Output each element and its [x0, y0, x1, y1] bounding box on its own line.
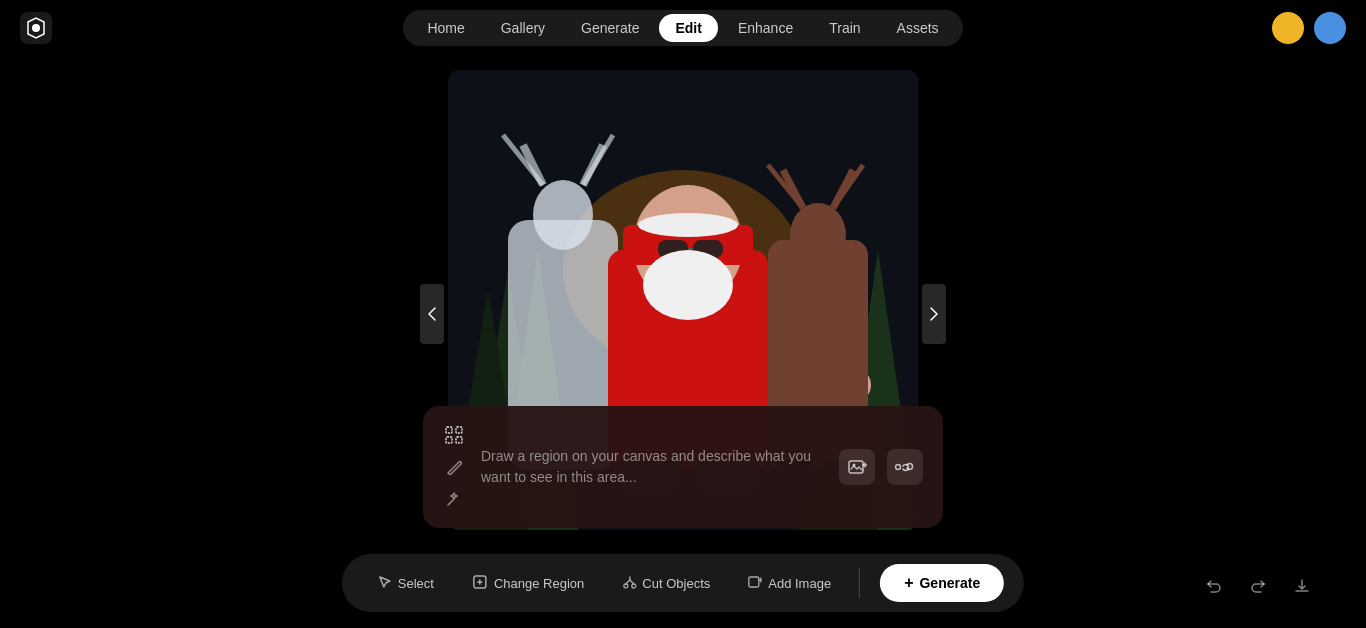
- nav-item-assets[interactable]: Assets: [881, 14, 955, 42]
- toolbar-separator: [859, 568, 860, 598]
- svg-point-1: [32, 24, 40, 32]
- nav-item-enhance[interactable]: Enhance: [722, 14, 809, 42]
- change-region-icon: [472, 574, 488, 593]
- prompt-panel: Draw a region on your canvas and describ…: [423, 406, 943, 528]
- download-button[interactable]: [1288, 572, 1316, 600]
- nav-item-home[interactable]: Home: [411, 14, 480, 42]
- pen-icon[interactable]: [443, 456, 465, 478]
- undo-button[interactable]: [1200, 572, 1228, 600]
- bottom-toolbar: Select Change Region Cut Objects: [342, 554, 1024, 612]
- svg-rect-3: [456, 427, 462, 433]
- image-add-icon[interactable]: [839, 449, 875, 485]
- svg-rect-6: [849, 461, 863, 473]
- cut-objects-tool[interactable]: Cut Objects: [606, 567, 726, 600]
- nav-item-train[interactable]: Train: [813, 14, 876, 42]
- change-region-label: Change Region: [494, 576, 584, 591]
- prompt-actions: [839, 449, 923, 485]
- nav-links: Home Gallery Generate Edit Enhance Train…: [403, 10, 962, 46]
- select-label: Select: [398, 576, 434, 591]
- generate-button[interactable]: + Generate: [880, 564, 1004, 602]
- generate-label: Generate: [919, 575, 980, 591]
- selection-icon[interactable]: [443, 424, 465, 446]
- add-image-label: Add Image: [768, 576, 831, 591]
- svg-rect-12: [749, 577, 759, 587]
- add-image-tool[interactable]: Add Image: [732, 567, 847, 600]
- add-image-icon: [748, 575, 762, 592]
- select-icon: [378, 575, 392, 592]
- generate-plus-icon: +: [904, 574, 913, 592]
- link-icon[interactable]: [887, 449, 923, 485]
- cut-icon: [622, 575, 636, 592]
- canvas-arrow-right[interactable]: [922, 284, 946, 344]
- top-navigation: Home Gallery Generate Edit Enhance Train…: [0, 0, 1366, 56]
- redo-button[interactable]: [1244, 572, 1272, 600]
- change-region-tool[interactable]: Change Region: [456, 566, 600, 601]
- avatar-blue[interactable]: [1314, 12, 1346, 44]
- svg-rect-2: [446, 427, 452, 433]
- prompt-text[interactable]: Draw a region on your canvas and describ…: [481, 446, 823, 488]
- prompt-icons: [443, 424, 465, 510]
- bottom-actions: [1200, 572, 1316, 600]
- cut-objects-label: Cut Objects: [642, 576, 710, 591]
- svg-point-8: [896, 465, 901, 470]
- svg-rect-5: [456, 437, 462, 443]
- canvas-arrow-left[interactable]: [420, 284, 444, 344]
- svg-point-7: [853, 464, 856, 467]
- nav-item-edit[interactable]: Edit: [659, 14, 717, 42]
- nav-right: [1272, 12, 1346, 44]
- nav-item-gallery[interactable]: Gallery: [485, 14, 561, 42]
- wand-icon[interactable]: [443, 488, 465, 510]
- nav-item-generate[interactable]: Generate: [565, 14, 655, 42]
- select-tool[interactable]: Select: [362, 567, 450, 600]
- svg-rect-4: [446, 437, 452, 443]
- logo[interactable]: [20, 12, 52, 44]
- avatar-gold[interactable]: [1272, 12, 1304, 44]
